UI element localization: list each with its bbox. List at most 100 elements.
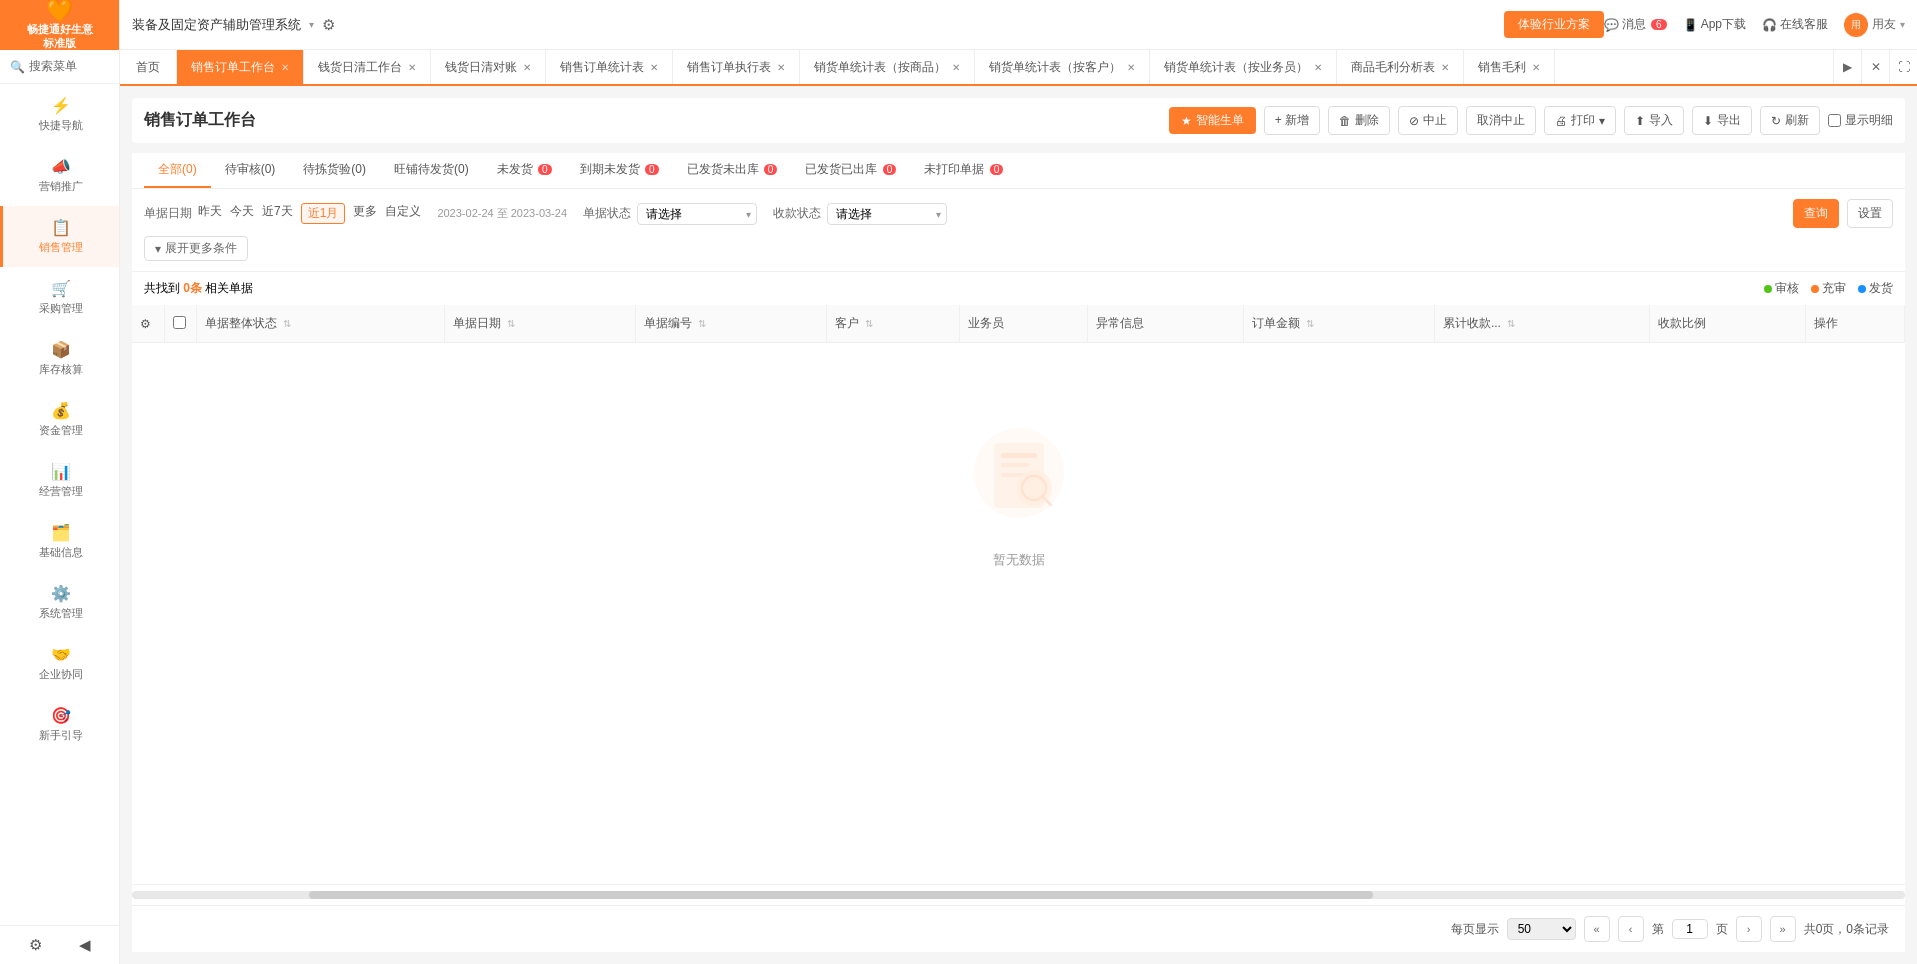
- filter-status-select[interactable]: 请选择: [637, 203, 757, 225]
- sidebar-item-quick-nav[interactable]: ⚡ 快捷导航: [0, 84, 119, 145]
- sidebar-item-sales[interactable]: 📋 销售管理: [0, 206, 119, 267]
- tab-sales-order-workbench-close[interactable]: ✕: [281, 62, 289, 73]
- sub-tab-all[interactable]: 全部(0): [144, 153, 211, 188]
- tab-cash-goods-reconcile[interactable]: 钱货日清对账 ✕: [431, 50, 546, 85]
- next-page-btn[interactable]: ›: [1736, 916, 1762, 942]
- settings-button[interactable]: 设置: [1847, 199, 1893, 228]
- smart-create-button[interactable]: ★ 智能生单: [1169, 107, 1256, 134]
- date-opt-more[interactable]: 更多: [353, 203, 377, 224]
- sidebar-item-inventory[interactable]: 📦 库存核算: [0, 328, 119, 389]
- tab-sales-stats-product-close[interactable]: ✕: [952, 62, 960, 73]
- settings-icon[interactable]: ⚙: [29, 936, 42, 954]
- sidebar-item-system[interactable]: ⚙️ 系统管理: [0, 572, 119, 633]
- sidebar-item-guide[interactable]: 🎯 新手引导: [0, 694, 119, 755]
- tab-scroll-right[interactable]: ▶: [1833, 50, 1861, 85]
- show-detail-checkbox-label[interactable]: 显示明细: [1828, 112, 1893, 129]
- sort-status-icon[interactable]: ⇅: [283, 318, 291, 329]
- tab-cash-daily-workbench[interactable]: 钱货日清工作台 ✕: [304, 50, 431, 85]
- action-unsubmit[interactable]: 充审: [1811, 280, 1846, 297]
- tab-close-all[interactable]: ✕: [1861, 50, 1889, 85]
- filter-payment-select[interactable]: 请选择: [827, 203, 947, 225]
- collapse-icon[interactable]: ◀: [79, 936, 91, 954]
- sort-date-icon[interactable]: ⇅: [507, 318, 515, 329]
- app-download-action[interactable]: 📱 App下载: [1683, 16, 1746, 33]
- scrollbar-track[interactable]: [132, 891, 1905, 899]
- sidebar-item-marketing[interactable]: 📣 营销推广: [0, 145, 119, 206]
- print-button[interactable]: 🖨 打印 ▾: [1544, 106, 1616, 135]
- sub-tab-pending-inspection[interactable]: 待拣货验(0): [289, 153, 380, 188]
- tab-product-gross-margin-close[interactable]: ✕: [1441, 62, 1449, 73]
- page-input[interactable]: [1672, 919, 1708, 939]
- sub-tab-wangpu-pending-ship[interactable]: 旺铺待发货(0): [380, 153, 483, 188]
- refresh-button[interactable]: ↻ 刷新: [1760, 106, 1820, 135]
- action-review[interactable]: 审核: [1764, 280, 1799, 297]
- prev-page-btn[interactable]: ‹: [1618, 916, 1644, 942]
- tab-maximize[interactable]: ⛶: [1889, 50, 1917, 85]
- tab-sales-profit[interactable]: 销售毛利 ✕: [1464, 50, 1555, 85]
- sub-tab-shipped-out[interactable]: 已发货已出库 0: [791, 153, 910, 188]
- gear-icon[interactable]: ⚙: [322, 16, 335, 34]
- tab-sales-stats-customer-close[interactable]: ✕: [1127, 62, 1135, 73]
- date-opt-last7[interactable]: 近7天: [262, 203, 293, 224]
- delete-button[interactable]: 🗑 删除: [1328, 106, 1390, 135]
- sidebar-item-operations[interactable]: 📊 经营管理: [0, 450, 119, 511]
- show-detail-checkbox[interactable]: [1828, 114, 1841, 127]
- sort-collected-icon[interactable]: ⇅: [1507, 318, 1515, 329]
- tab-sales-profit-close[interactable]: ✕: [1532, 62, 1540, 73]
- tab-cash-goods-close[interactable]: ✕: [523, 62, 531, 73]
- sidebar-item-search[interactable]: 🔍 搜索菜单: [0, 50, 119, 84]
- tab-sales-order-exec-close[interactable]: ✕: [777, 62, 785, 73]
- sidebar-item-basic-info[interactable]: 🗂️ 基础信息: [0, 511, 119, 572]
- tab-sales-stats-customer[interactable]: 销货单统计表（按客户） ✕: [975, 50, 1150, 85]
- col-settings[interactable]: ⚙: [132, 305, 164, 343]
- import-button[interactable]: ⬆ 导入: [1624, 106, 1684, 135]
- query-button[interactable]: 查询: [1793, 199, 1839, 228]
- sub-tab-shipped-not-out[interactable]: 已发货未出库 0: [673, 153, 792, 188]
- user-area[interactable]: 用 用友 ▾: [1844, 13, 1905, 37]
- enterprise-label: 企业协同: [39, 667, 83, 682]
- tab-home[interactable]: 首页: [120, 50, 177, 85]
- sidebar-item-purchase[interactable]: 🛒 采购管理: [0, 267, 119, 328]
- sub-tab-pending-review[interactable]: 待审核(0): [211, 153, 290, 188]
- tab-sales-order-exec[interactable]: 销售订单执行表 ✕: [673, 50, 800, 85]
- action-ship[interactable]: 发货: [1858, 280, 1893, 297]
- first-page-btn[interactable]: «: [1584, 916, 1610, 942]
- message-action[interactable]: 💬 消息 6: [1604, 16, 1667, 33]
- system-title-area: 装备及固定资产辅助管理系统 ▾ ⚙: [132, 16, 1496, 34]
- date-opt-today[interactable]: 今天: [230, 203, 254, 224]
- horizontal-scrollbar[interactable]: [132, 884, 1905, 905]
- tab-sales-stats-staff[interactable]: 销货单统计表（按业务员） ✕: [1150, 50, 1337, 85]
- scrollbar-thumb[interactable]: [309, 891, 1373, 899]
- sort-customer-icon[interactable]: ⇅: [865, 318, 873, 329]
- tab-product-gross-margin[interactable]: 商品毛利分析表 ✕: [1337, 50, 1464, 85]
- experience-button[interactable]: 体验行业方案: [1504, 11, 1604, 38]
- export-button[interactable]: ⬇ 导出: [1692, 106, 1752, 135]
- sub-tab-not-shipped[interactable]: 未发货 0: [483, 153, 566, 188]
- col-checkbox[interactable]: [164, 305, 196, 343]
- tab-sales-order-stats[interactable]: 销售订单统计表 ✕: [546, 50, 673, 85]
- sidebar-item-enterprise[interactable]: 🤝 企业协同: [0, 633, 119, 694]
- per-page-select[interactable]: 50 100 200: [1507, 918, 1576, 940]
- date-opt-custom[interactable]: 自定义: [385, 203, 421, 224]
- tab-sales-stats-staff-close[interactable]: ✕: [1314, 62, 1322, 73]
- last-page-btn[interactable]: »: [1770, 916, 1796, 942]
- new-button[interactable]: + 新增: [1264, 106, 1320, 135]
- sidebar: 🧡 畅捷通好生意 标准版 🔍 搜索菜单 ⚡ 快捷导航 📣 营销推广 📋 销售管理…: [0, 0, 120, 964]
- stop-button[interactable]: ⊘ 中止: [1398, 106, 1458, 135]
- tab-sales-order-workbench[interactable]: 销售订单工作台 ✕: [177, 50, 304, 85]
- sort-number-icon[interactable]: ⇅: [698, 318, 706, 329]
- cancel-stop-button[interactable]: 取消中止: [1466, 106, 1536, 135]
- expand-filter-button[interactable]: ▾ 展开更多条件: [144, 236, 248, 261]
- sub-tab-not-printed[interactable]: 未打印单据 0: [910, 153, 1017, 188]
- sidebar-item-finance[interactable]: 💰 资金管理: [0, 389, 119, 450]
- tab-product-gross-margin-label: 商品毛利分析表: [1351, 59, 1435, 76]
- tab-sales-order-stats-close[interactable]: ✕: [650, 62, 658, 73]
- sub-tab-expired-not-shipped[interactable]: 到期未发货 0: [566, 153, 673, 188]
- sort-amount-icon[interactable]: ⇅: [1306, 318, 1314, 329]
- tab-sales-stats-product[interactable]: 销货单统计表（按商品） ✕: [800, 50, 975, 85]
- date-opt-yesterday[interactable]: 昨天: [198, 203, 222, 224]
- tab-cash-daily-close[interactable]: ✕: [408, 62, 416, 73]
- select-all-checkbox[interactable]: [173, 316, 186, 329]
- date-opt-last1month[interactable]: 近1月: [301, 203, 346, 224]
- online-service-action[interactable]: 🎧 在线客服: [1762, 16, 1828, 33]
